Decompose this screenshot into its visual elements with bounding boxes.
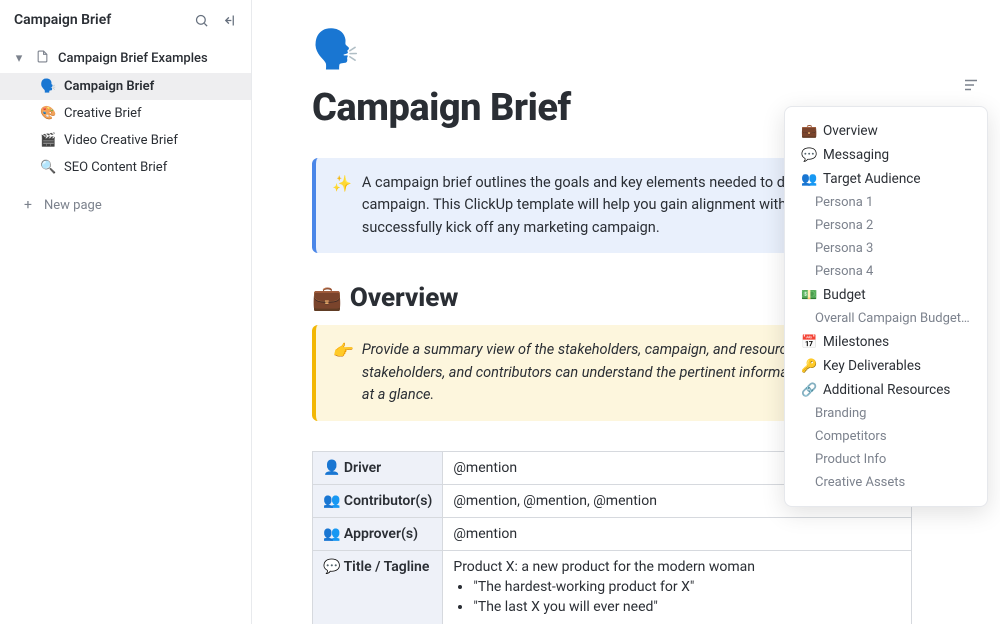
toc-item[interactable]: 📅 Milestones xyxy=(785,330,987,354)
toc-item[interactable]: 💬 Messaging xyxy=(785,143,987,167)
search-icon[interactable] xyxy=(193,12,209,28)
row-label: 👥 Contributor(s) xyxy=(313,484,443,517)
toc-item-icon: 💬 xyxy=(801,148,817,163)
row-icon: 👥 xyxy=(323,493,340,509)
row-icon: 💬 xyxy=(323,559,340,575)
row-label: 👤 Driver xyxy=(313,451,443,484)
sidebar-item[interactable]: 🗣️ Campaign Brief xyxy=(0,73,251,100)
toc-subitem[interactable]: Creative Assets xyxy=(785,471,987,494)
row-icon: 👤 xyxy=(323,460,340,476)
plus-icon: + xyxy=(22,197,34,213)
sidebar-root-item[interactable]: ▾ Campaign Brief Examples xyxy=(0,44,251,73)
sidebar-item-label: Creative Brief xyxy=(64,106,142,121)
toc-subitem[interactable]: Overall Campaign Budget: $3,… xyxy=(785,307,987,330)
toc-item-label: Milestones xyxy=(823,334,889,350)
toc-subitem[interactable]: Branding xyxy=(785,402,987,425)
briefcase-icon: 💼 xyxy=(312,284,342,312)
page-emoji-icon: 🎨 xyxy=(40,106,56,121)
toc-item-label: Messaging xyxy=(823,147,889,163)
table-row: 👥 Approver(s)@mention xyxy=(313,517,912,550)
row-label: 💬 Title / Tagline xyxy=(313,550,443,624)
toc-item-icon: 💼 xyxy=(801,124,817,139)
page-icon xyxy=(34,50,50,67)
sidebar-item[interactable]: 🎬 Video Creative Brief xyxy=(0,127,251,154)
collapse-sidebar-icon[interactable] xyxy=(221,12,237,28)
overview-heading-text: Overview xyxy=(350,283,458,313)
sidebar-root-label: Campaign Brief Examples xyxy=(58,51,208,66)
toc-item-label: Additional Resources xyxy=(823,382,950,398)
toc-item-icon: 👥 xyxy=(801,172,817,187)
row-value[interactable]: Product X: a new product for the modern … xyxy=(443,550,912,624)
new-page-label: New page xyxy=(44,198,102,213)
main-content: 🗣️ Campaign Brief ✨ A campaign brief out… xyxy=(252,0,1000,624)
row-icon: 👥 xyxy=(323,526,340,542)
toc-item[interactable]: 🔑 Key Deliverables xyxy=(785,354,987,378)
page-emoji-icon: 🎬 xyxy=(40,133,56,148)
toc-item-icon: 💵 xyxy=(801,288,817,303)
toc-item-label: Persona 4 xyxy=(815,264,873,279)
toc-item-label: Target Audience xyxy=(823,171,921,187)
toc-item[interactable]: 💵 Budget xyxy=(785,283,987,307)
bullet-item: "The last X you will ever need" xyxy=(473,599,901,615)
sidebar: Campaign Brief ▾ Campaign Brief Examples… xyxy=(0,0,252,624)
toc-subitem[interactable]: Persona 4 xyxy=(785,260,987,283)
toc-item-icon: 🔑 xyxy=(801,359,817,374)
toc-subitem[interactable]: Persona 1 xyxy=(785,191,987,214)
toc-item-label: Creative Assets xyxy=(815,475,905,490)
toc-item-label: Persona 1 xyxy=(815,195,873,210)
sidebar-item-label: Campaign Brief xyxy=(64,79,154,94)
toc-item-label: Persona 2 xyxy=(815,218,873,233)
sidebar-header: Campaign Brief xyxy=(0,0,251,38)
new-page-button[interactable]: + New page xyxy=(0,187,251,223)
doc-emoji[interactable]: 🗣️ xyxy=(312,28,940,72)
toc-item-label: Persona 3 xyxy=(815,241,873,256)
toc-item[interactable]: 🔗 Additional Resources xyxy=(785,378,987,402)
toc-item-icon: 🔗 xyxy=(801,383,817,398)
sidebar-item[interactable]: 🔍 SEO Content Brief xyxy=(0,154,251,181)
toc-item-label: Product Info xyxy=(815,452,886,467)
toc-subitem[interactable]: Persona 2 xyxy=(785,214,987,237)
table-row: 💬 Title / TaglineProduct X: a new produc… xyxy=(313,550,912,624)
row-value[interactable]: @mention xyxy=(443,517,912,550)
caret-down-icon[interactable]: ▾ xyxy=(14,54,24,64)
pointing-icon: 👉 xyxy=(332,339,352,406)
page-tree: ▾ Campaign Brief Examples 🗣️Campaign Bri… xyxy=(0,38,251,187)
row-label: 👥 Approver(s) xyxy=(313,517,443,550)
toc-item[interactable]: 👥 Target Audience xyxy=(785,167,987,191)
toc-item[interactable]: 💼 Overview xyxy=(785,119,987,143)
toc-item-label: Key Deliverables xyxy=(823,358,921,374)
page-emoji-icon: 🔍 xyxy=(40,160,56,175)
toc-item-label: Overview xyxy=(823,123,878,139)
toc-toggle-icon[interactable] xyxy=(962,76,980,98)
toc-subitem[interactable]: Persona 3 xyxy=(785,237,987,260)
sidebar-item-label: Video Creative Brief xyxy=(64,133,178,148)
sparkle-icon: ✨ xyxy=(332,172,352,239)
workspace-title: Campaign Brief xyxy=(14,12,111,28)
page-emoji-icon: 🗣️ xyxy=(40,79,56,94)
toc-item-icon: 📅 xyxy=(801,335,817,350)
toc-panel: 💼 Overview 💬 Messaging 👥 Target Audience Perso… xyxy=(784,106,988,507)
bullet-item: "The hardest-working product for X" xyxy=(473,579,901,595)
toc-subitem[interactable]: Product Info xyxy=(785,448,987,471)
toc-item-label: Branding xyxy=(815,406,866,421)
sidebar-item-label: SEO Content Brief xyxy=(64,160,167,175)
toc-subitem[interactable]: Competitors xyxy=(785,425,987,448)
toc-item-label: Budget xyxy=(823,287,866,303)
toc-item-label: Competitors xyxy=(815,429,887,444)
sidebar-item[interactable]: 🎨 Creative Brief xyxy=(0,100,251,127)
